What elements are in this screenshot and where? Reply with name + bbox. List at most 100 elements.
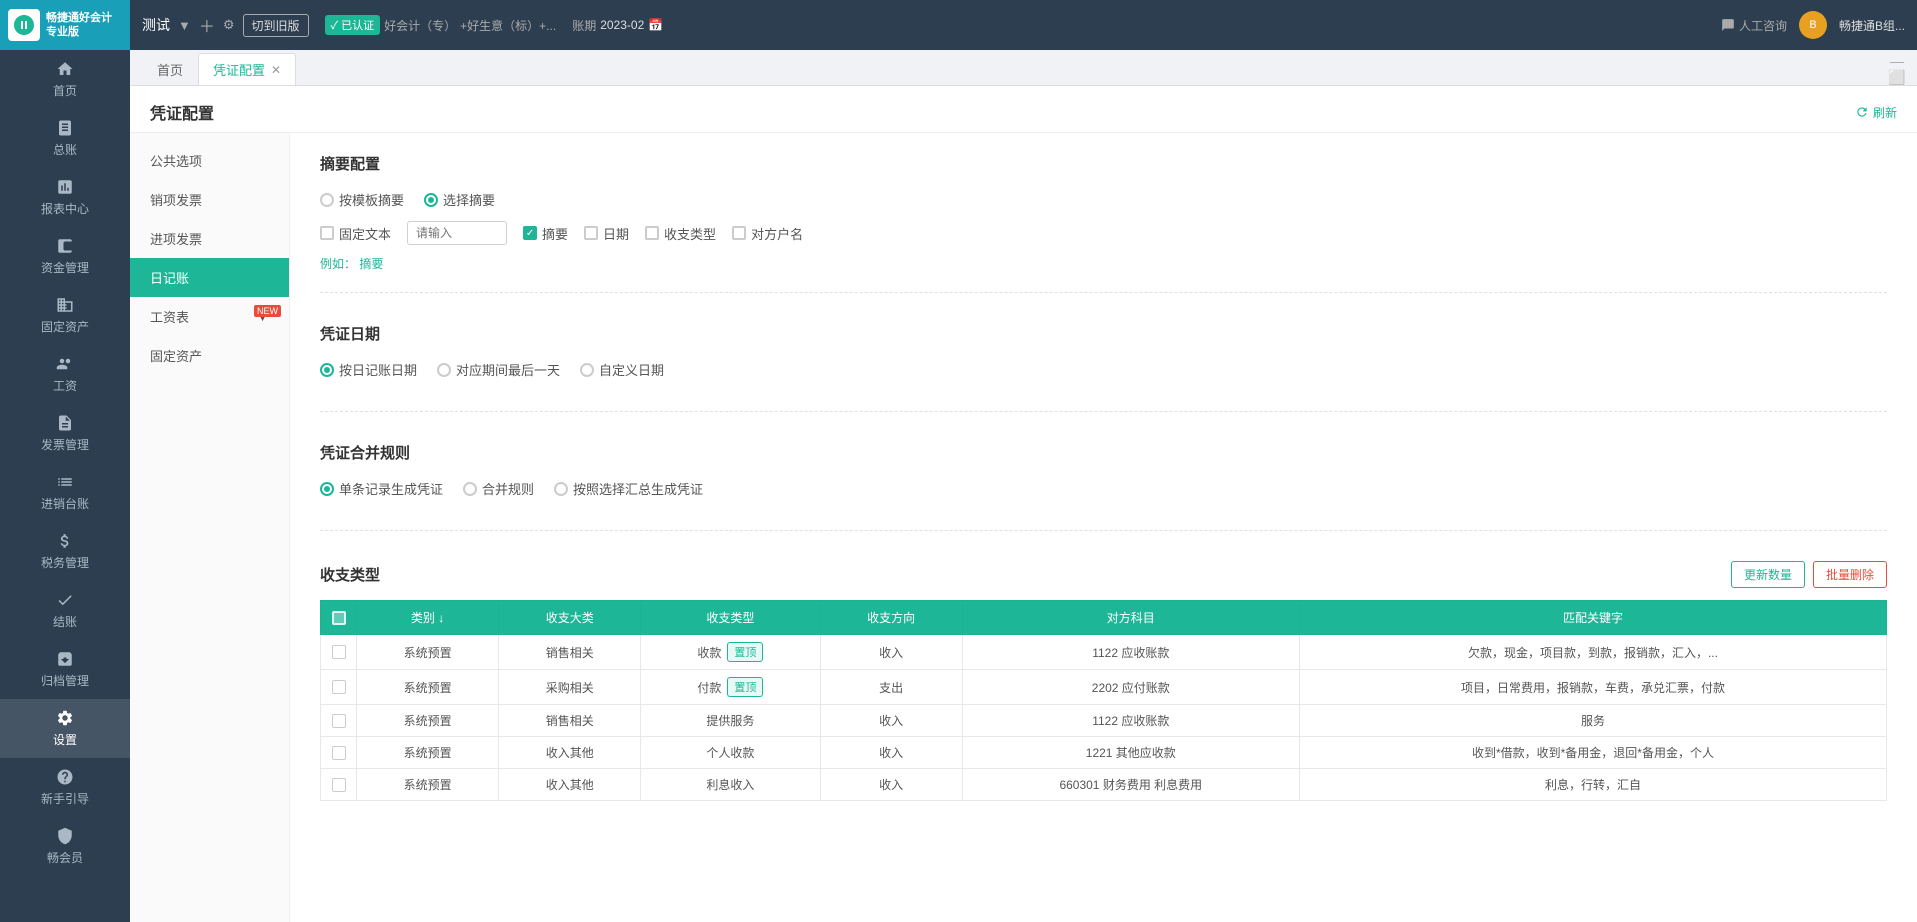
sidebar-item-salary[interactable]: 工资 — [0, 345, 130, 404]
sidebar-item-home[interactable]: 首页 — [0, 50, 130, 109]
th-subject: 对方科目 — [962, 601, 1299, 635]
tabbar: 首页 凭证配置 ✕ — ⬜ — [130, 50, 1917, 86]
left-nav-public[interactable]: 公共选项 — [130, 141, 289, 180]
topbar-dropdown-icon[interactable]: ▼ — [178, 18, 191, 33]
sidebar-item-reports[interactable]: 报表中心 — [0, 168, 130, 227]
td-keywords-1: 项目，日常费用，报销款，车费，承兑汇票，付款 — [1299, 670, 1886, 705]
topbar-period: 账期 2023-02 📅 — [572, 17, 663, 34]
new-badge: NEW — [254, 305, 281, 317]
td-type-4: 利息收入 — [641, 769, 820, 801]
td-subject-0: 1122 应收账款 — [962, 635, 1299, 670]
sidebar-item-settle[interactable]: 结账 — [0, 581, 130, 640]
topbar-add-icon[interactable]: ＋ — [199, 13, 215, 37]
minimize-icon[interactable]: — — [1889, 53, 1905, 69]
radio-template-abstract[interactable]: 按模板摘要 — [320, 190, 404, 209]
checkbox-income-type[interactable]: 收支类型 — [645, 224, 716, 243]
update-qty-button[interactable]: 更新数量 — [1731, 561, 1805, 588]
th-direction: 收支方向 — [820, 601, 962, 635]
td-direction-2: 收入 — [820, 705, 962, 737]
radio-custom-circle — [580, 363, 594, 377]
sidebar-item-tax[interactable]: 税务管理 — [0, 522, 130, 581]
sidebar-item-funds[interactable]: 资金管理 — [0, 227, 130, 286]
td-checkbox-2[interactable] — [321, 705, 357, 737]
sidebar-item-archive[interactable]: 归档管理 — [0, 640, 130, 699]
merge-rules-radio-group: 单条记录生成凭证 合并规则 按照选择汇总生成凭证 — [320, 479, 1887, 498]
page-header: 凭证配置 刷新 — [130, 86, 1917, 133]
td-checkbox-4[interactable] — [321, 769, 357, 801]
topbar-gear-icon[interactable]: ⚙ — [223, 17, 235, 33]
tag-top-0[interactable]: 置顶 — [727, 642, 763, 662]
topbar-title: 测试 — [142, 15, 170, 35]
radio-journal-date[interactable]: 按日记账日期 — [320, 360, 417, 379]
left-nav-purchase-invoice[interactable]: 进项发票 — [130, 219, 289, 258]
logo-icon — [8, 9, 40, 41]
sidebar-item-settings[interactable]: 设置 — [0, 699, 130, 758]
td-major-3: 收入其他 — [499, 737, 641, 769]
td-keywords-0: 欠款，现金，项目款，到款，报销款，汇入，... — [1299, 635, 1886, 670]
maximize-icon[interactable]: ⬜ — [1889, 69, 1905, 85]
voucher-date-radio-group: 按日记账日期 对应期间最后一天 自定义日期 — [320, 360, 1887, 379]
app-logo: 畅捷通好会计 专业版 — [0, 0, 130, 50]
content-area: 凭证配置 刷新 公共选项 销项发票 进项发票 — [130, 86, 1917, 922]
merge-rules-title: 凭证合并规则 — [320, 442, 1887, 463]
sidebar-item-member[interactable]: 畅会员 — [0, 817, 130, 876]
content-body: 公共选项 销项发票 进项发票 日记账 工资表 NEW ▼ — [130, 133, 1917, 922]
radio-summary-generate[interactable]: 按照选择汇总生成凭证 — [554, 479, 703, 498]
td-category-2: 系统预置 — [357, 705, 499, 737]
th-checkbox[interactable] — [321, 601, 357, 635]
tab-home[interactable]: 首页 — [142, 53, 198, 85]
sidebar-item-purchase[interactable]: 进销台账 — [0, 463, 130, 522]
left-nav-payroll[interactable]: 工资表 NEW ▼ — [130, 297, 289, 336]
sidebar-item-assets[interactable]: 固定资产 — [0, 286, 130, 345]
badge-good-biz: +好生意（标）+... — [460, 17, 556, 34]
checkbox-fixed-text[interactable]: 固定文本 — [320, 224, 391, 243]
table-actions: 更新数量 批量删除 — [1731, 561, 1887, 588]
tab-close-icon[interactable]: ✕ — [271, 63, 281, 77]
radio-journal-circle — [320, 363, 334, 377]
td-category-4: 系统预置 — [357, 769, 499, 801]
table-row: 系统预置 收入其他 个人收款 收入 1221 其他应收款 收到*借款，收到*备用… — [321, 737, 1887, 769]
td-subject-1: 2202 应付账款 — [962, 670, 1299, 705]
radio-merge-rule[interactable]: 合并规则 — [463, 479, 534, 498]
badge-good-accounting: 好会计（专） — [384, 17, 456, 34]
td-subject-3: 1221 其他应收款 — [962, 737, 1299, 769]
checkbox-abstract[interactable]: ✓ 摘要 — [523, 224, 568, 243]
left-nav-fixed-assets[interactable]: 固定资产 — [130, 336, 289, 375]
td-checkbox-3[interactable] — [321, 737, 357, 769]
checkbox-date[interactable]: 日期 — [584, 224, 629, 243]
td-type-2: 提供服务 — [641, 705, 820, 737]
td-checkbox-1[interactable] — [321, 670, 357, 705]
sidebar-item-guide[interactable]: 新手引导 — [0, 758, 130, 817]
refresh-button[interactable]: 刷新 — [1855, 104, 1897, 121]
checkbox-fixed-box — [320, 226, 334, 240]
topbar-right: 人工咨询 B 畅捷通B组... — [1721, 11, 1905, 39]
abstract-config-section: 摘要配置 按模板摘要 选择摘要 — [320, 153, 1887, 293]
left-nav-journal[interactable]: 日记账 — [130, 258, 289, 297]
abstract-radio-group: 按模板摘要 选择摘要 — [320, 190, 1887, 209]
sidebar-item-invoice-mgmt[interactable]: 发票管理 — [0, 404, 130, 463]
page-title: 凭证配置 — [150, 100, 214, 124]
sidebar: 畅捷通好会计 专业版 首页 总账 报表中心 资金管理 固定资产 工资 — [0, 0, 130, 922]
batch-delete-button[interactable]: 批量删除 — [1813, 561, 1887, 588]
consult-link[interactable]: 人工咨询 — [1721, 17, 1787, 34]
tab-voucher-config[interactable]: 凭证配置 ✕ — [198, 53, 296, 85]
left-nav-sales-invoice[interactable]: 销项发票 — [130, 180, 289, 219]
checkbox-counterpart-name[interactable]: 对方户名 — [732, 224, 803, 243]
radio-select-abstract[interactable]: 选择摘要 — [424, 190, 495, 209]
radio-custom-date[interactable]: 自定义日期 — [580, 360, 664, 379]
fixed-text-input[interactable] — [407, 221, 507, 245]
td-direction-1: 支出 — [820, 670, 962, 705]
tag-top-1[interactable]: 置顶 — [727, 677, 763, 697]
td-major-1: 采购相关 — [499, 670, 641, 705]
sidebar-item-ledger[interactable]: 总账 — [0, 109, 130, 168]
td-type-0: 收款 置顶 — [641, 635, 820, 670]
td-major-4: 收入其他 — [499, 769, 641, 801]
td-checkbox-0[interactable] — [321, 635, 357, 670]
abstract-config-title: 摘要配置 — [320, 153, 1887, 174]
switch-version-button[interactable]: 切到旧版 — [243, 14, 309, 37]
voucher-date-title: 凭证日期 — [320, 323, 1887, 344]
radio-period-last-day[interactable]: 对应期间最后一天 — [437, 360, 560, 379]
th-category: 类别 ↓ — [357, 601, 499, 635]
checkbox-counterpart-box — [732, 226, 746, 240]
radio-single-record[interactable]: 单条记录生成凭证 — [320, 479, 443, 498]
